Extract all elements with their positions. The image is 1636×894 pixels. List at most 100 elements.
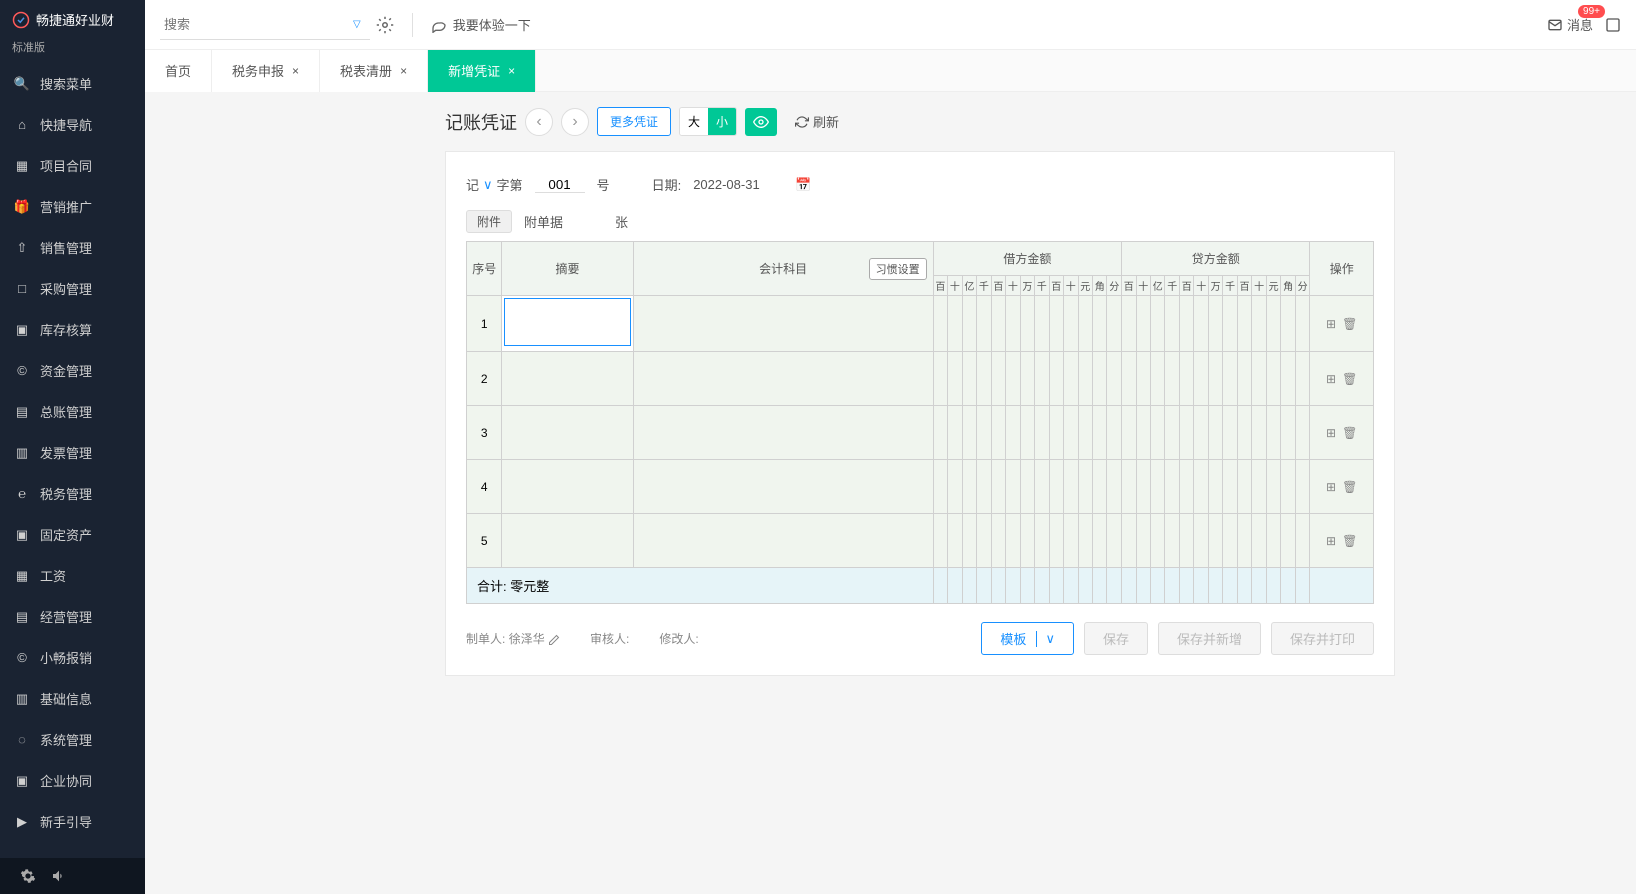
sidebar-item-7[interactable]: ©资金管理	[0, 350, 145, 391]
digit-cell[interactable]	[1151, 352, 1165, 406]
sidebar-item-5[interactable]: □采购管理	[0, 268, 145, 309]
digit-cell[interactable]	[1252, 296, 1266, 352]
sidebar-item-13[interactable]: ▤经营管理	[0, 596, 145, 637]
try-button[interactable]: 我要体验一下	[431, 15, 531, 34]
sound-footer-icon[interactable]	[51, 868, 67, 884]
summary-cell[interactable]	[502, 352, 633, 406]
sidebar-item-2[interactable]: ▦项目合同	[0, 145, 145, 186]
sidebar-item-10[interactable]: ℮税务管理	[0, 473, 145, 514]
digit-cell[interactable]	[1093, 514, 1107, 568]
digit-cell[interactable]	[1006, 514, 1020, 568]
digit-cell[interactable]	[977, 514, 991, 568]
digit-cell[interactable]	[1266, 352, 1280, 406]
digit-cell[interactable]	[1194, 460, 1208, 514]
digit-cell[interactable]	[1223, 514, 1237, 568]
delete-row-icon[interactable]: 🗑	[1342, 534, 1357, 548]
search-input[interactable]	[160, 10, 370, 40]
digit-cell[interactable]	[1295, 296, 1310, 352]
summary-input[interactable]	[504, 298, 630, 346]
digit-cell[interactable]	[1223, 460, 1237, 514]
digit-cell[interactable]	[1064, 352, 1078, 406]
digit-cell[interactable]	[948, 296, 962, 352]
digit-cell[interactable]	[933, 352, 947, 406]
digit-cell[interactable]	[977, 460, 991, 514]
tab-close-icon[interactable]: ×	[508, 64, 515, 78]
digit-cell[interactable]	[948, 514, 962, 568]
tab-2[interactable]: 税表清册×	[320, 50, 428, 92]
digit-cell[interactable]	[1266, 296, 1280, 352]
digit-cell[interactable]	[1035, 352, 1049, 406]
refresh-button[interactable]: 刷新	[795, 112, 839, 131]
digit-cell[interactable]	[1266, 406, 1280, 460]
digit-cell[interactable]	[1281, 352, 1295, 406]
save-and-print-button[interactable]: 保存并打印	[1271, 622, 1374, 655]
digit-cell[interactable]	[1006, 460, 1020, 514]
digit-cell[interactable]	[1020, 352, 1034, 406]
digit-cell[interactable]	[1237, 352, 1251, 406]
digit-cell[interactable]	[1006, 406, 1020, 460]
digit-cell[interactable]	[977, 352, 991, 406]
save-and-new-button[interactable]: 保存并新增	[1158, 622, 1261, 655]
digit-cell[interactable]	[1252, 460, 1266, 514]
digit-cell[interactable]	[991, 460, 1005, 514]
digit-cell[interactable]	[1064, 514, 1078, 568]
delete-row-icon[interactable]: 🗑	[1342, 372, 1357, 386]
subject-cell[interactable]	[633, 352, 933, 406]
digit-cell[interactable]	[962, 352, 976, 406]
digit-cell[interactable]	[1049, 352, 1063, 406]
digit-cell[interactable]	[1020, 296, 1034, 352]
sidebar-item-6[interactable]: ▣库存核算	[0, 309, 145, 350]
digit-cell[interactable]	[1194, 514, 1208, 568]
sidebar-item-16[interactable]: ◌系统管理	[0, 719, 145, 760]
digit-cell[interactable]	[1064, 460, 1078, 514]
digit-cell[interactable]	[933, 406, 947, 460]
digit-cell[interactable]	[1266, 514, 1280, 568]
digit-cell[interactable]	[1078, 514, 1092, 568]
digit-cell[interactable]	[1049, 460, 1063, 514]
digit-cell[interactable]	[1165, 514, 1179, 568]
digit-cell[interactable]	[1237, 514, 1251, 568]
digit-cell[interactable]	[1093, 460, 1107, 514]
sidebar-item-4[interactable]: ⇧销售管理	[0, 227, 145, 268]
digit-cell[interactable]	[1179, 460, 1193, 514]
digit-cell[interactable]	[1049, 406, 1063, 460]
digit-cell[interactable]	[1136, 296, 1150, 352]
sidebar-item-17[interactable]: ▣企业协同	[0, 760, 145, 801]
digit-cell[interactable]	[1035, 406, 1049, 460]
digit-cell[interactable]	[1078, 460, 1092, 514]
digit-cell[interactable]	[1136, 514, 1150, 568]
digit-cell[interactable]	[1035, 296, 1049, 352]
digit-cell[interactable]	[1252, 514, 1266, 568]
copy-row-icon[interactable]: ⊞	[1326, 317, 1336, 331]
digit-cell[interactable]	[1107, 352, 1122, 406]
digit-cell[interactable]	[1049, 296, 1063, 352]
voucher-number-input[interactable]	[535, 177, 585, 193]
digit-cell[interactable]	[977, 296, 991, 352]
digit-cell[interactable]	[1078, 352, 1092, 406]
subject-cell[interactable]	[633, 460, 933, 514]
subject-cell[interactable]	[633, 296, 933, 352]
digit-cell[interactable]	[1107, 296, 1122, 352]
digit-cell[interactable]	[1020, 514, 1034, 568]
expand-icon[interactable]	[1605, 17, 1621, 33]
digit-cell[interactable]	[1151, 460, 1165, 514]
digit-cell[interactable]	[962, 406, 976, 460]
digit-cell[interactable]	[933, 460, 947, 514]
digit-cell[interactable]	[1035, 460, 1049, 514]
digit-cell[interactable]	[1281, 460, 1295, 514]
digit-cell[interactable]	[1136, 460, 1150, 514]
digit-cell[interactable]	[1093, 296, 1107, 352]
digit-cell[interactable]	[1266, 460, 1280, 514]
digit-cell[interactable]	[1295, 406, 1310, 460]
digit-cell[interactable]	[933, 296, 947, 352]
copy-row-icon[interactable]: ⊞	[1326, 534, 1336, 548]
size-small-button[interactable]: 小	[708, 108, 736, 135]
digit-cell[interactable]	[1107, 406, 1122, 460]
digit-cell[interactable]	[991, 406, 1005, 460]
digit-cell[interactable]	[1179, 406, 1193, 460]
save-button[interactable]: 保存	[1084, 622, 1148, 655]
copy-row-icon[interactable]: ⊞	[1326, 426, 1336, 440]
digit-cell[interactable]	[1208, 406, 1222, 460]
sidebar-item-15[interactable]: ▥基础信息	[0, 678, 145, 719]
summary-cell[interactable]	[502, 460, 633, 514]
